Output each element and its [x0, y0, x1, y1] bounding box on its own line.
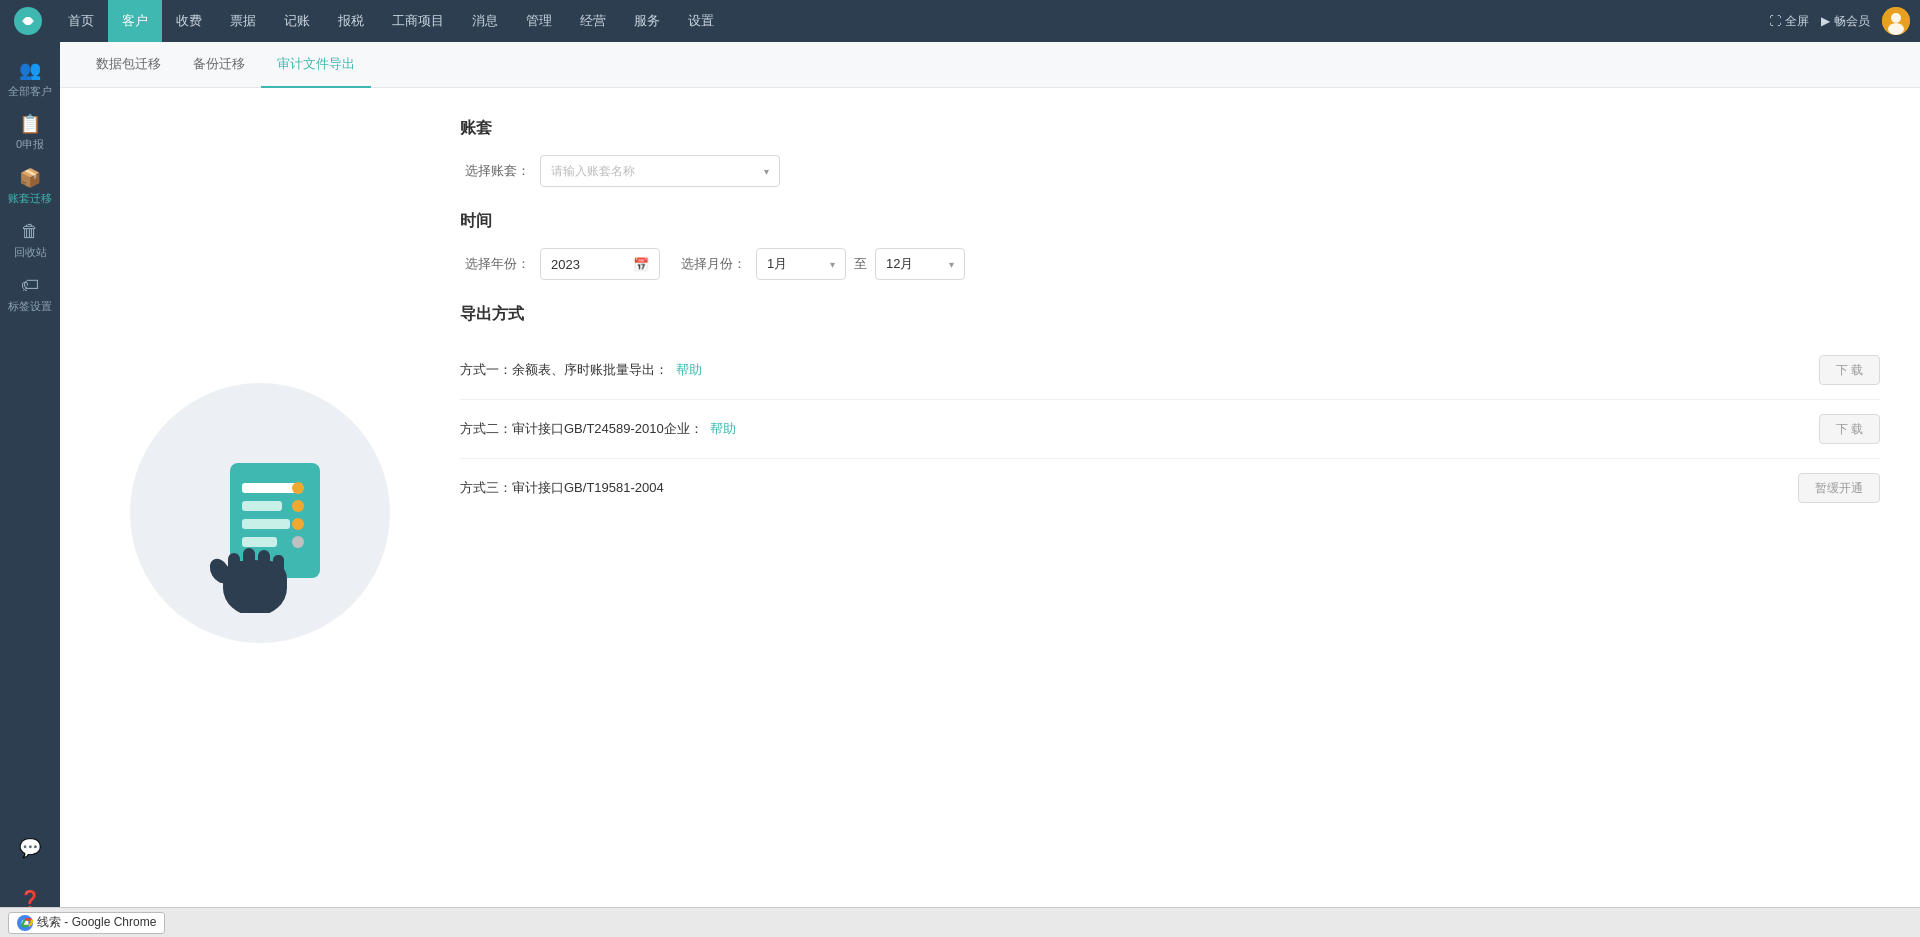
- taskbar-item-label: 线索 - Google Chrome: [37, 914, 156, 931]
- nav-invoice[interactable]: 票据: [216, 0, 270, 42]
- method-3-text: 方式三：审计接口GB/T19581-2004: [460, 479, 664, 497]
- nav-service[interactable]: 服务: [620, 0, 674, 42]
- illustration-circle: [130, 383, 390, 643]
- method-3-prefix: 方式三：审计接口GB/T19581-2004: [460, 480, 664, 495]
- account-section-title: 账套: [460, 118, 1880, 139]
- year-value: 2023: [551, 257, 580, 272]
- method-row-2: 方式二：审计接口GB/T24589-2010企业： 帮助 下 载: [460, 400, 1880, 459]
- tab-audit-export[interactable]: 审计文件导出: [261, 42, 371, 88]
- svg-point-13: [292, 536, 304, 548]
- month-label: 选择月份：: [676, 255, 756, 273]
- tab-data-migration[interactable]: 数据包迁移: [80, 42, 177, 88]
- svg-rect-7: [242, 501, 282, 511]
- nav-right-area: ⛶ 全屏 ▶ 畅会员: [1769, 7, 1910, 35]
- sidebar-item-zero-declaration[interactable]: 📋 0申报: [0, 106, 60, 160]
- taskbar-chrome-item[interactable]: 线索 - Google Chrome: [8, 912, 165, 934]
- zero-declaration-icon: 📋: [19, 114, 41, 136]
- nav-settings[interactable]: 设置: [674, 0, 728, 42]
- method-3-open-button[interactable]: 暂缓开通: [1798, 473, 1880, 503]
- taskbar: 线索 - Google Chrome: [0, 907, 1920, 937]
- calendar-icon: 📅: [633, 257, 649, 272]
- customers-icon: 👥: [19, 60, 41, 82]
- nav-bookkeeping[interactable]: 记账: [270, 0, 324, 42]
- account-chevron-icon: ▾: [764, 166, 769, 177]
- month-end-value: 12月: [886, 255, 913, 273]
- svg-rect-18: [258, 550, 270, 578]
- svg-point-10: [292, 482, 304, 494]
- method-row-3: 方式三：审计接口GB/T19581-2004 暂缓开通: [460, 459, 1880, 517]
- month-end-select[interactable]: 12月 ▾: [875, 248, 965, 280]
- sidebar-item-all-customers[interactable]: 👥 全部客户: [0, 52, 60, 106]
- recycle-icon: 🗑: [21, 221, 39, 243]
- svg-rect-6: [242, 483, 297, 493]
- account-label: 选择账套：: [460, 162, 540, 180]
- form-side: 账套 选择账套： 请输入账套名称 ▾ 时间 选择年份： 2023 📅 选择月份：…: [420, 118, 1880, 907]
- svg-rect-9: [242, 537, 277, 547]
- time-section-title: 时间: [460, 211, 1880, 232]
- method-2-help-link[interactable]: 帮助: [710, 421, 736, 436]
- nav-message[interactable]: 消息: [458, 0, 512, 42]
- method-2-prefix: 方式二：审计接口GB/T24589-2010企业：: [460, 421, 703, 436]
- app-logo[interactable]: [10, 3, 46, 39]
- export-methods: 导出方式 方式一：余额表、序时账批量导出： 帮助 下 载 方式二：审计接口GB/…: [460, 304, 1880, 517]
- sidebar-item-account-migration[interactable]: 📦 账套迁移: [0, 160, 60, 214]
- nav-operation[interactable]: 经营: [566, 0, 620, 42]
- method-2-text: 方式二：审计接口GB/T24589-2010企业： 帮助: [460, 420, 736, 438]
- svg-point-12: [292, 518, 304, 530]
- sidebar-item-chat[interactable]: 💬: [15, 823, 45, 875]
- year-label: 选择年份：: [460, 255, 540, 273]
- migration-icon: 📦: [19, 168, 41, 190]
- account-placeholder: 请输入账套名称: [551, 163, 635, 180]
- sidebar-item-tag-settings[interactable]: 🏷 标签设置: [0, 267, 60, 321]
- method-1-prefix: 方式一：余额表、序时账批量导出：: [460, 362, 668, 377]
- method-1-download-button[interactable]: 下 载: [1819, 355, 1880, 385]
- method-1-help-link[interactable]: 帮助: [676, 362, 702, 377]
- sidebar-item-recycle[interactable]: 🗑 回收站: [0, 213, 60, 267]
- method-1-text: 方式一：余额表、序时账批量导出： 帮助: [460, 361, 702, 379]
- nav-home[interactable]: 首页: [54, 0, 108, 42]
- account-select[interactable]: 请输入账套名称 ▾: [540, 155, 780, 187]
- nav-fee[interactable]: 收费: [162, 0, 216, 42]
- to-separator: 至: [854, 255, 867, 273]
- avatar[interactable]: [1882, 7, 1910, 35]
- tag-icon: 🏷: [21, 275, 39, 297]
- year-input[interactable]: 2023 📅: [540, 248, 660, 280]
- nav-manage[interactable]: 管理: [512, 0, 566, 42]
- svg-point-1: [24, 17, 32, 25]
- member-button[interactable]: ▶ 畅会员: [1821, 13, 1870, 30]
- account-form-row: 选择账套： 请输入账套名称 ▾: [460, 155, 1880, 187]
- main-content: 数据包迁移 备份迁移 审计文件导出: [60, 42, 1920, 937]
- tab-backup-migration[interactable]: 备份迁移: [177, 42, 261, 88]
- export-section-title: 导出方式: [460, 304, 1880, 325]
- sidebar: 👥 全部客户 📋 0申报 📦 账套迁移 🗑 回收站 🏷 标签设置 💬 ❓: [0, 42, 60, 937]
- nav-tax[interactable]: 报税: [324, 0, 378, 42]
- svg-point-4: [1888, 23, 1904, 35]
- svg-rect-17: [243, 548, 255, 578]
- nav-menu: 首页 客户 收费 票据 记账 报税 工商项目 消息 管理 经营 服务 设置: [54, 0, 1769, 42]
- top-nav: 首页 客户 收费 票据 记账 报税 工商项目 消息 管理 经营 服务 设置 ⛶ …: [0, 0, 1920, 42]
- svg-rect-8: [242, 519, 290, 529]
- time-form-row: 选择年份： 2023 📅 选择月份： 1月 ▾ 至 12月 ▾: [460, 248, 1880, 280]
- method-row-1: 方式一：余额表、序时账批量导出： 帮助 下 载: [460, 341, 1880, 400]
- chat-icon: 💬: [19, 838, 41, 860]
- month-start-value: 1月: [767, 255, 787, 273]
- chrome-icon: [17, 915, 33, 931]
- method-2-download-button[interactable]: 下 载: [1819, 414, 1880, 444]
- svg-point-11: [292, 500, 304, 512]
- fullscreen-button[interactable]: ⛶ 全屏: [1769, 13, 1809, 30]
- tab-bar: 数据包迁移 备份迁移 审计文件导出: [60, 42, 1920, 88]
- svg-point-3: [1891, 13, 1901, 23]
- illustration-side: [100, 118, 420, 907]
- content-area: 账套 选择账套： 请输入账套名称 ▾ 时间 选择年份： 2023 📅 选择月份：…: [60, 88, 1920, 937]
- month-start-chevron-icon: ▾: [830, 259, 835, 270]
- nav-business[interactable]: 工商项目: [378, 0, 458, 42]
- svg-rect-19: [273, 555, 284, 577]
- nav-customer[interactable]: 客户: [108, 0, 162, 42]
- month-start-select[interactable]: 1月 ▾: [756, 248, 846, 280]
- month-end-chevron-icon: ▾: [949, 259, 954, 270]
